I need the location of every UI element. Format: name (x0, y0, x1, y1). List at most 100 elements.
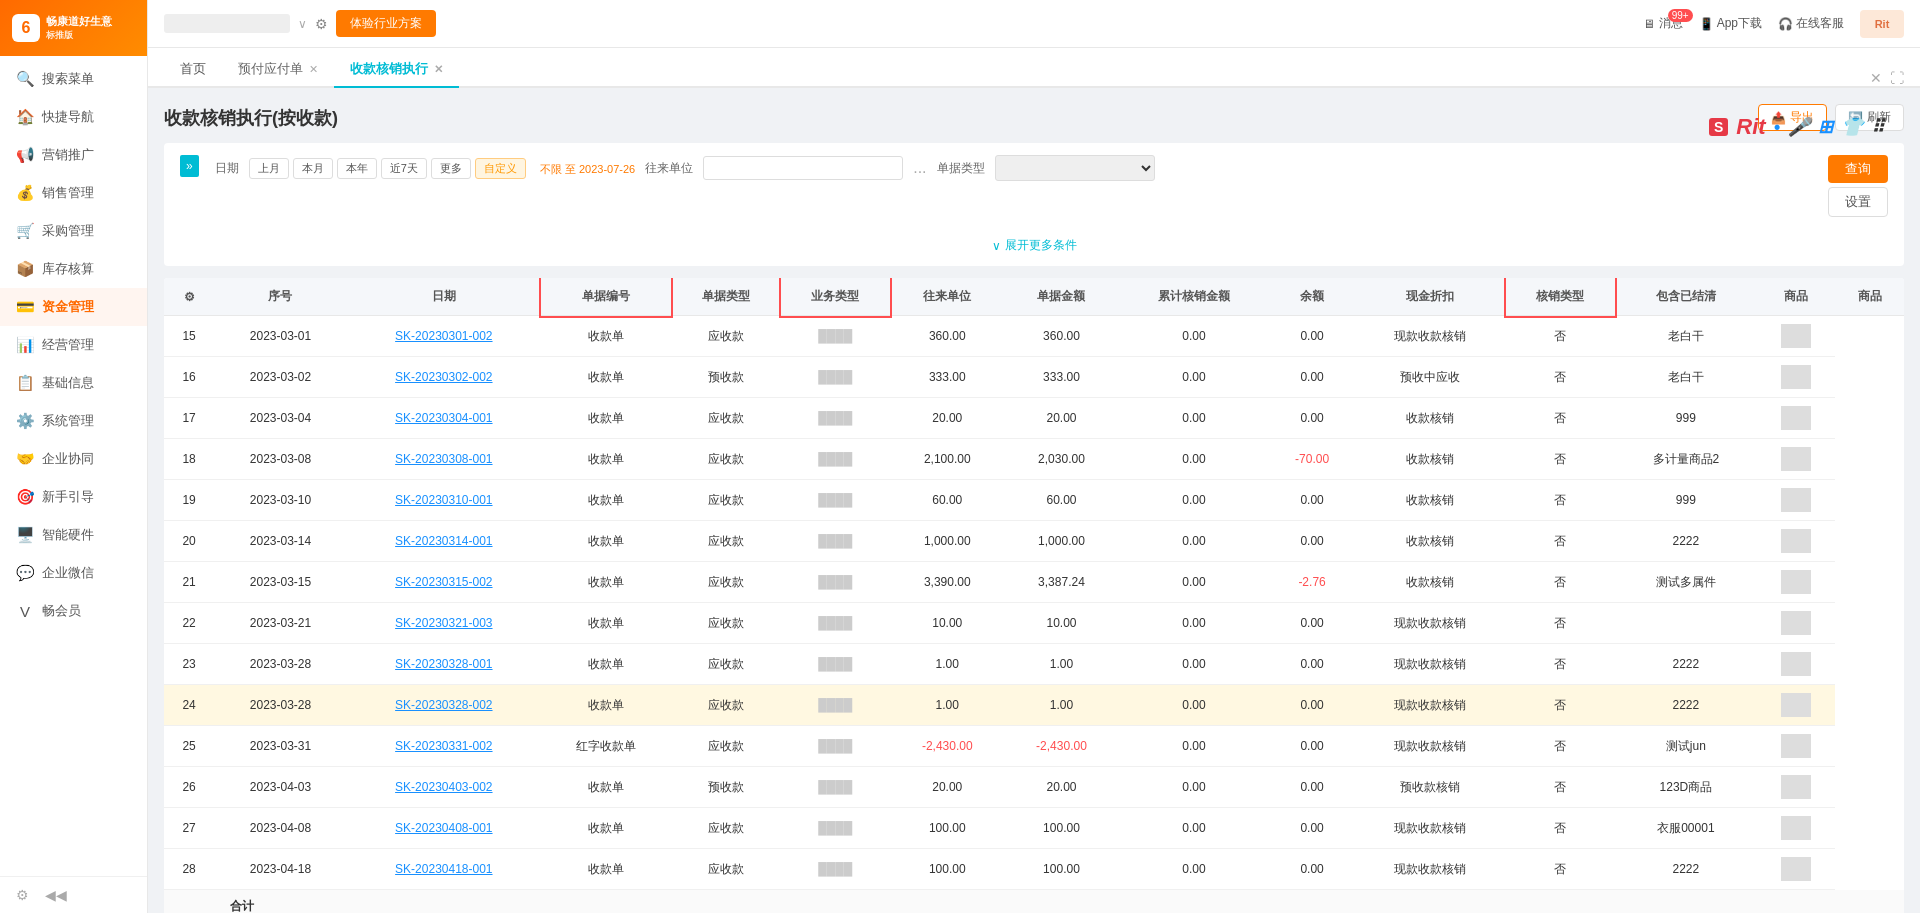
sidebar-item-finance[interactable]: 💳 资金管理 (0, 288, 147, 326)
custom-date-btn[interactable]: 自定义 (475, 158, 526, 179)
cell-discount: -2.76 (1269, 562, 1355, 603)
tab-label-home: 首页 (180, 60, 206, 78)
doc-num-link[interactable]: SK-20230328-001 (395, 657, 492, 671)
cell-num: 27 (164, 808, 214, 849)
sidebar-item-marketing[interactable]: 📢 营销推广 (0, 136, 147, 174)
col-settings[interactable]: ⚙ (164, 278, 214, 316)
doc-num-link[interactable]: SK-20230302-002 (395, 370, 492, 384)
col-amount: 单据金额 (1004, 278, 1118, 316)
sidebar-item-search[interactable]: 🔍 搜索菜单 (0, 60, 147, 98)
col-biz-type: 业务类型 (781, 278, 891, 316)
cell-verified: 333.00 (1004, 357, 1118, 398)
sidebar-item-wechat[interactable]: 💬 企业微信 (0, 554, 147, 592)
filter-expand-button[interactable]: » (180, 155, 199, 177)
tab-close-all-icon[interactable]: ✕ (1870, 70, 1882, 86)
cell-product2 (1757, 767, 1836, 808)
doc-num-link[interactable]: SK-20230310-001 (395, 493, 492, 507)
solution-button[interactable]: 体验行业方案 (336, 10, 436, 37)
cell-verified: 1.00 (1004, 685, 1118, 726)
cell-include-settled: 否 (1506, 521, 1616, 562)
last-month-btn[interactable]: 上月 (249, 158, 289, 179)
cell-date: 2023-03-10 (214, 480, 346, 521)
col-verified: 累计核销金额 (1119, 278, 1270, 316)
doc-num-link[interactable]: SK-20230331-002 (395, 739, 492, 753)
sidebar-item-system[interactable]: ⚙️ 系统管理 (0, 402, 147, 440)
cell-product: 2222 (1615, 644, 1757, 685)
doc-num-link[interactable]: SK-20230408-001 (395, 821, 492, 835)
doc-num-link[interactable]: SK-20230308-001 (395, 452, 492, 466)
collapse-icon[interactable]: ◀◀ (45, 887, 67, 903)
cell-balance: 0.00 (1119, 767, 1270, 808)
doc-num-link[interactable]: SK-20230301-002 (395, 329, 492, 343)
cell-doc-num: SK-20230418-001 (347, 849, 541, 890)
table-row: 28 2023-04-18 SK-20230418-001 收款单 应收款 ██… (164, 849, 1904, 890)
more-date-btn[interactable]: 更多 (431, 158, 471, 179)
doc-num-link[interactable]: SK-20230403-002 (395, 780, 492, 794)
date-filter-label: 日期 (215, 160, 239, 177)
doc-num-link[interactable]: SK-20230328-002 (395, 698, 492, 712)
sidebar-icon-system: ⚙️ (16, 412, 34, 430)
cell-amount: 2,100.00 (890, 439, 1004, 480)
app-download-button[interactable]: 📱 App下载 (1699, 15, 1762, 32)
more-filter-icon[interactable]: ... (913, 159, 926, 177)
cell-product2 (1757, 726, 1836, 767)
cell-date: 2023-04-08 (214, 808, 346, 849)
doc-num-link[interactable]: SK-20230314-001 (395, 534, 492, 548)
doc-num-link[interactable]: SK-20230315-002 (395, 575, 492, 589)
messages-button[interactable]: 🖥 消息 99+ (1643, 15, 1683, 32)
sidebar-item-guide[interactable]: 🎯 新手引导 (0, 478, 147, 516)
tab-collection[interactable]: 收款核销执行✕ (334, 52, 459, 88)
sidebar-item-operations[interactable]: 📊 经营管理 (0, 326, 147, 364)
doc-type-select[interactable] (995, 155, 1155, 181)
cell-date: 2023-03-01 (214, 316, 346, 357)
sidebar-item-inventory[interactable]: 📦 库存核算 (0, 250, 147, 288)
sidebar-label-shortcuts: 快捷导航 (42, 108, 94, 126)
doc-num-link[interactable]: SK-20230304-001 (395, 411, 492, 425)
tab-close-prepay[interactable]: ✕ (309, 63, 318, 76)
tab-close-collection[interactable]: ✕ (434, 63, 443, 76)
tab-prepay[interactable]: 预付应付单✕ (222, 52, 334, 88)
headset-icon: 🎧 (1778, 17, 1793, 31)
cell-discount: 0.00 (1269, 357, 1355, 398)
expand-more-conditions[interactable]: ∨ 展开更多条件 (180, 233, 1888, 254)
cell-product: 2222 (1615, 685, 1757, 726)
sidebar-item-corp[interactable]: 🤝 企业协同 (0, 440, 147, 478)
tab-home[interactable]: 首页 (164, 52, 222, 88)
cell-product2 (1757, 357, 1836, 398)
query-button[interactable]: 查询 (1828, 155, 1888, 183)
cell-doc-num: SK-20230304-001 (347, 398, 541, 439)
table-row: 23 2023-03-28 SK-20230328-001 收款单 应收款 ██… (164, 644, 1904, 685)
cell-partner: ████ (781, 726, 891, 767)
sidebar-item-sales[interactable]: 💰 销售管理 (0, 174, 147, 212)
settings-footer-icon[interactable]: ⚙ (16, 887, 29, 903)
online-service-button[interactable]: 🎧 在线客服 (1778, 15, 1844, 32)
sidebar-item-basic[interactable]: 📋 基础信息 (0, 364, 147, 402)
last-7days-btn[interactable]: 近7天 (381, 158, 427, 179)
cell-amount: 333.00 (890, 357, 1004, 398)
sidebar-item-member[interactable]: V 畅会员 (0, 592, 147, 630)
cell-balance: 0.00 (1119, 603, 1270, 644)
this-month-btn[interactable]: 本月 (293, 158, 333, 179)
sidebar-item-shortcuts[interactable]: 🏠 快捷导航 (0, 98, 147, 136)
sidebar-label-operations: 经营管理 (42, 336, 94, 354)
sidebar-label-member: 畅会员 (42, 602, 81, 620)
sidebar-item-purchase[interactable]: 🛒 采购管理 (0, 212, 147, 250)
avatar[interactable]: Rit (1860, 10, 1904, 38)
sidebar-nav: 🔍 搜索菜单 🏠 快捷导航 📢 营销推广 💰 销售管理 🛒 采购管理 📦 库存核… (0, 56, 147, 876)
table-row: 22 2023-03-21 SK-20230321-003 收款单 应收款 ██… (164, 603, 1904, 644)
setting-button[interactable]: 设置 (1828, 187, 1888, 217)
cell-product2 (1757, 521, 1836, 562)
cell-date: 2023-04-03 (214, 767, 346, 808)
sidebar-item-hardware[interactable]: 🖥️ 智能硬件 (0, 516, 147, 554)
page-header: 收款核销执行(按收款) 📤 导出 🔄 刷新 (164, 104, 1904, 131)
tab-fullscreen-icon[interactable]: ⛶ (1890, 70, 1904, 86)
cell-biz-type: 应收款 (671, 480, 781, 521)
partner-input[interactable] (703, 156, 903, 180)
table-row: 19 2023-03-10 SK-20230310-001 收款单 应收款 ██… (164, 480, 1904, 521)
topbar-gear-icon[interactable]: ⚙ (315, 16, 328, 32)
cell-discount: 0.00 (1269, 644, 1355, 685)
sidebar-label-inventory: 库存核算 (42, 260, 94, 278)
doc-num-link[interactable]: SK-20230321-003 (395, 616, 492, 630)
doc-num-link[interactable]: SK-20230418-001 (395, 862, 492, 876)
this-year-btn[interactable]: 本年 (337, 158, 377, 179)
